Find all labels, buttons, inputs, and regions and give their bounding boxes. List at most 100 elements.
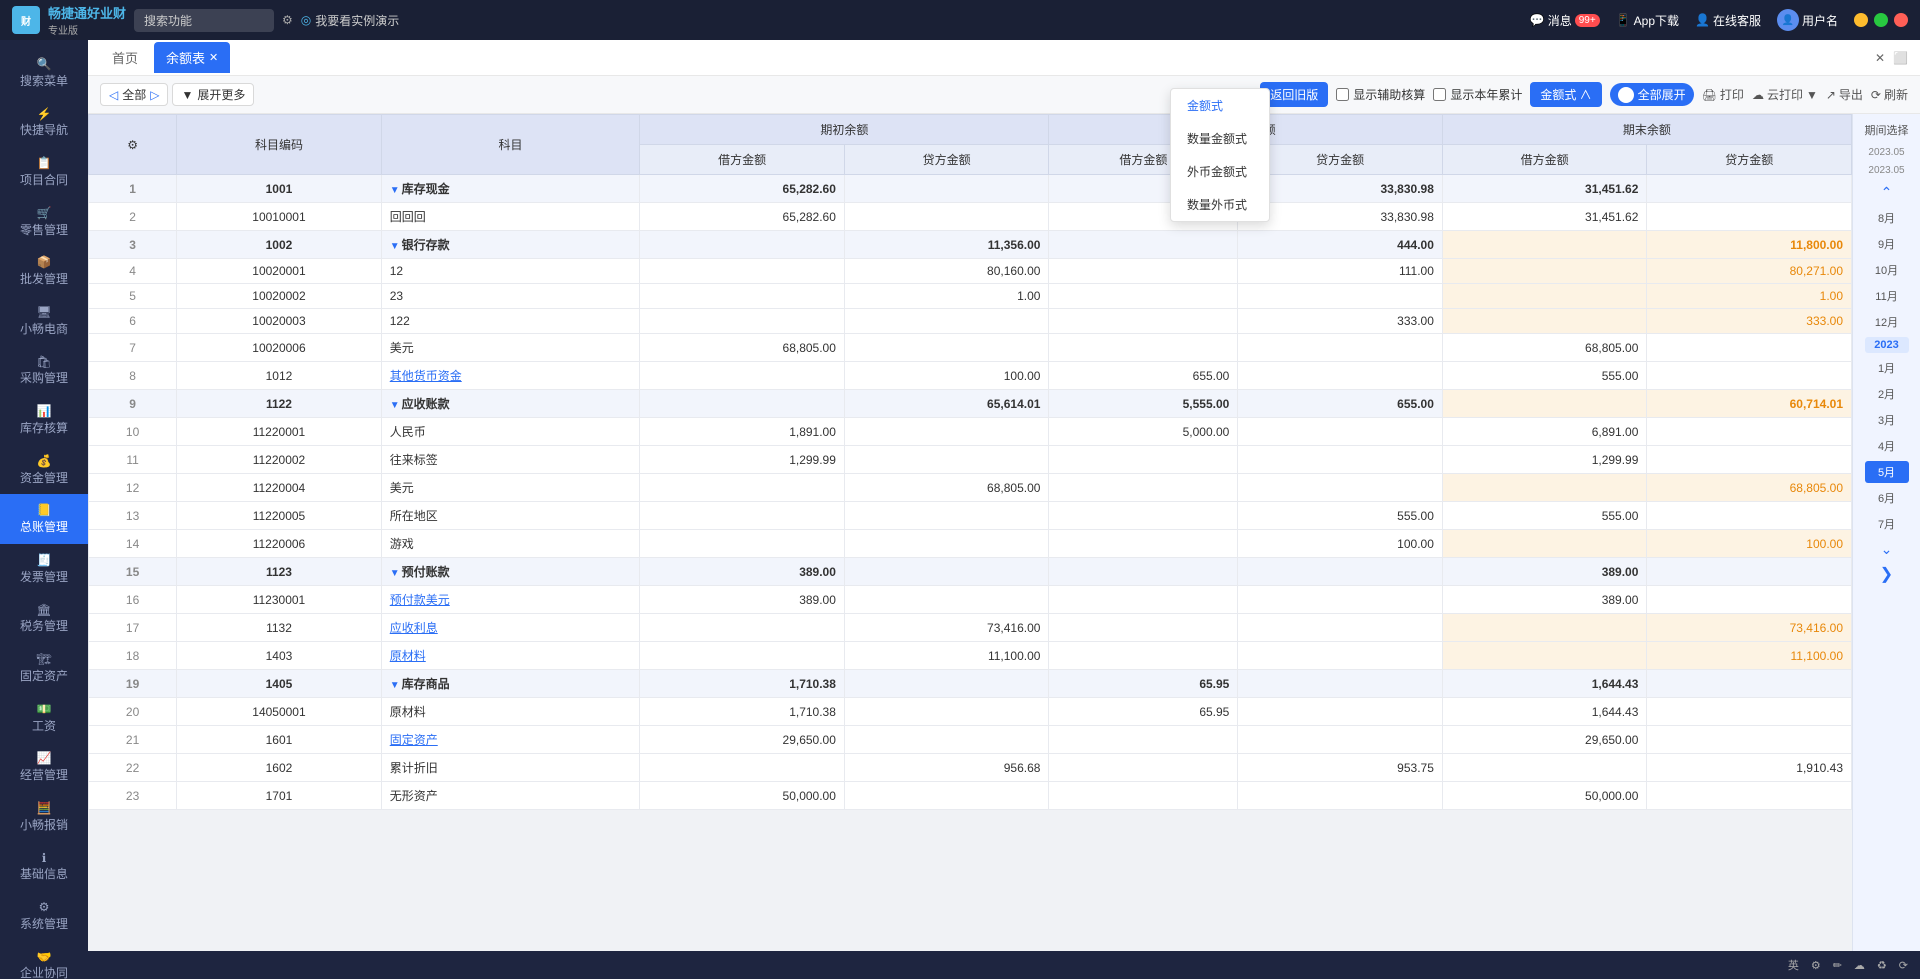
- minimize-btn[interactable]: [1854, 13, 1868, 27]
- sidebar-item-invoice[interactable]: 🧾 发票管理: [0, 544, 88, 594]
- status-bar: 英 ⚙ ✏ ☁ ♻ ⟳: [88, 951, 1920, 979]
- sidebar-item-ecommerce[interactable]: 🖥 小畅电商: [0, 296, 88, 346]
- sidebar-item-nav[interactable]: ⚡ 快捷导航: [0, 98, 88, 148]
- sidebar-item-system[interactable]: ⚙ 系统管理: [0, 891, 88, 941]
- auxiliary-checkbox[interactable]: [1336, 88, 1349, 101]
- month-6[interactable]: 6月: [1865, 487, 1909, 509]
- tab-balance[interactable]: 余额表 ✕: [154, 42, 230, 73]
- status-settings-icon[interactable]: ⚙: [1811, 959, 1821, 972]
- dropdown-item-qty-foreign[interactable]: 数量外币式: [1171, 188, 1269, 221]
- sidebar-item-payroll[interactable]: 💵 工资: [0, 693, 88, 743]
- subject-text: 所在地区: [390, 509, 438, 523]
- tab-home[interactable]: 首页: [100, 42, 150, 73]
- account-link[interactable]: 原材料: [390, 649, 426, 663]
- cell-value: [1647, 175, 1852, 203]
- sidebar-item-expense[interactable]: 🧮 小畅报销: [0, 792, 88, 842]
- sidebar-item-search[interactable]: 🔍 搜索菜单: [0, 48, 88, 98]
- cloud-print-btn[interactable]: ☁ 云打印 ▼: [1752, 86, 1818, 103]
- expand-all-toggle[interactable]: 全部展开: [1610, 83, 1694, 106]
- group-arrow-icon[interactable]: ▼: [390, 680, 400, 691]
- search-bar[interactable]: 搜索功能: [134, 9, 274, 32]
- cell-value: [1442, 231, 1647, 259]
- month-9[interactable]: 9月: [1865, 233, 1909, 255]
- sidebar-item-finance[interactable]: 💰 资金管理: [0, 445, 88, 495]
- back-to-old-btn[interactable]: 返回旧版: [1260, 82, 1328, 107]
- show-ytd-check[interactable]: 显示本年累计: [1433, 86, 1522, 103]
- sidebar-item-ledger[interactable]: 📒 总账管理: [0, 494, 88, 544]
- month-5[interactable]: 5月: [1865, 461, 1909, 483]
- group-arrow-icon[interactable]: ▼: [390, 568, 400, 579]
- cell-value: 73,416.00: [1647, 614, 1852, 642]
- message-btn[interactable]: 💬 消息 99+: [1530, 12, 1600, 29]
- month-2[interactable]: 2月: [1865, 383, 1909, 405]
- sidebar-item-collab[interactable]: 🤝 企业协同: [0, 941, 88, 979]
- breadcrumb-all-btn[interactable]: ◁ 全部 ▷: [100, 83, 168, 106]
- month-8[interactable]: 8月: [1865, 207, 1909, 229]
- sidebar-item-retail[interactable]: 🛒 零售管理: [0, 197, 88, 247]
- month-4[interactable]: 4月: [1865, 435, 1909, 457]
- sidebar-item-wholesale[interactable]: 📦 批发管理: [0, 246, 88, 296]
- row-number: 17: [89, 614, 177, 642]
- status-cloud-icon[interactable]: ☁: [1854, 959, 1865, 972]
- style-dropdown-btn[interactable]: 金额式 ∧: [1530, 82, 1601, 107]
- cell-value: [1238, 642, 1443, 670]
- next-year-arrow[interactable]: ⌄: [1865, 539, 1909, 560]
- row-subject: 122: [381, 309, 640, 334]
- row-number: 6: [89, 309, 177, 334]
- tab-window-close[interactable]: ✕: [1875, 51, 1885, 65]
- row-subject: ▼应收账款: [381, 390, 640, 418]
- sidebar-item-purchase[interactable]: 🛍 采购管理: [0, 346, 88, 396]
- month-12[interactable]: 12月: [1865, 311, 1909, 333]
- dropdown-item-qty-amount[interactable]: 数量金额式: [1171, 122, 1269, 155]
- status-edit-icon[interactable]: ✏: [1833, 959, 1842, 972]
- group-arrow-icon[interactable]: ▼: [390, 400, 400, 411]
- ytd-checkbox[interactable]: [1433, 88, 1446, 101]
- expand-more-btn[interactable]: ▼ 展开更多: [172, 83, 254, 106]
- sidebar-item-operations[interactable]: 📈 经营管理: [0, 742, 88, 792]
- cell-value: [1049, 259, 1238, 284]
- online-service-btn[interactable]: 👤 在线客服: [1695, 12, 1761, 29]
- account-link[interactable]: 应收利息: [390, 621, 438, 635]
- status-refresh-icon[interactable]: ⟳: [1899, 959, 1908, 972]
- month-7[interactable]: 7月: [1865, 513, 1909, 535]
- group-arrow-icon[interactable]: ▼: [390, 241, 400, 252]
- status-sync-icon[interactable]: ♻: [1877, 959, 1887, 972]
- dropdown-item-amount[interactable]: 金额式: [1171, 89, 1269, 122]
- group-arrow-icon[interactable]: ▼: [390, 185, 400, 196]
- all-label: 全部: [122, 86, 146, 103]
- dropdown-item-foreign-amount[interactable]: 外币金额式: [1171, 155, 1269, 188]
- print-btn[interactable]: 🖨 打印: [1702, 86, 1744, 103]
- account-link[interactable]: 其他货币资金: [390, 369, 462, 383]
- show-auxiliary-check[interactable]: 显示辅助核算: [1336, 86, 1425, 103]
- search-placeholder: 搜索功能: [144, 14, 192, 28]
- prev-year-arrow[interactable]: ⌃: [1865, 182, 1909, 203]
- close-btn[interactable]: [1894, 13, 1908, 27]
- collapse-panel-btn[interactable]: ❯: [1880, 564, 1893, 584]
- month-3[interactable]: 3月: [1865, 409, 1909, 431]
- month-11[interactable]: 11月: [1865, 285, 1909, 307]
- export-btn[interactable]: ↗ 导出: [1826, 86, 1863, 103]
- month-10[interactable]: 10月: [1865, 259, 1909, 281]
- cell-value: [844, 698, 1049, 726]
- sidebar-item-project[interactable]: 📋 项目合同: [0, 147, 88, 197]
- sidebar-item-inventory[interactable]: 📊 库存核算: [0, 395, 88, 445]
- tab-close-icon[interactable]: ✕: [209, 51, 218, 64]
- app-download-btn[interactable]: 📱 App下载: [1616, 12, 1679, 29]
- maximize-btn[interactable]: [1874, 13, 1888, 27]
- account-link[interactable]: 预付款美元: [390, 593, 450, 607]
- col-settings[interactable]: ⚙: [89, 115, 177, 175]
- tab-window-restore[interactable]: ⬜: [1893, 51, 1908, 65]
- status-lang[interactable]: 英: [1788, 957, 1799, 973]
- cell-value: [1049, 309, 1238, 334]
- refresh-btn[interactable]: ⟳ 刷新: [1871, 86, 1908, 103]
- account-link[interactable]: 固定资产: [390, 733, 438, 747]
- forward-arrow-icon[interactable]: ▷: [150, 88, 159, 102]
- sidebar-item-basic[interactable]: ℹ 基础信息: [0, 842, 88, 892]
- sidebar-item-tax[interactable]: 🏛 税务管理: [0, 594, 88, 644]
- sidebar-item-assets[interactable]: 🏗 固定资产: [0, 643, 88, 693]
- cell-value: 333.00: [1647, 309, 1852, 334]
- month-1[interactable]: 1月: [1865, 357, 1909, 379]
- demo-button[interactable]: ◎ 我要看实例演示: [301, 12, 400, 29]
- search-settings-icon[interactable]: ⚙: [282, 13, 293, 27]
- user-avatar[interactable]: 👤 用户名: [1777, 9, 1838, 31]
